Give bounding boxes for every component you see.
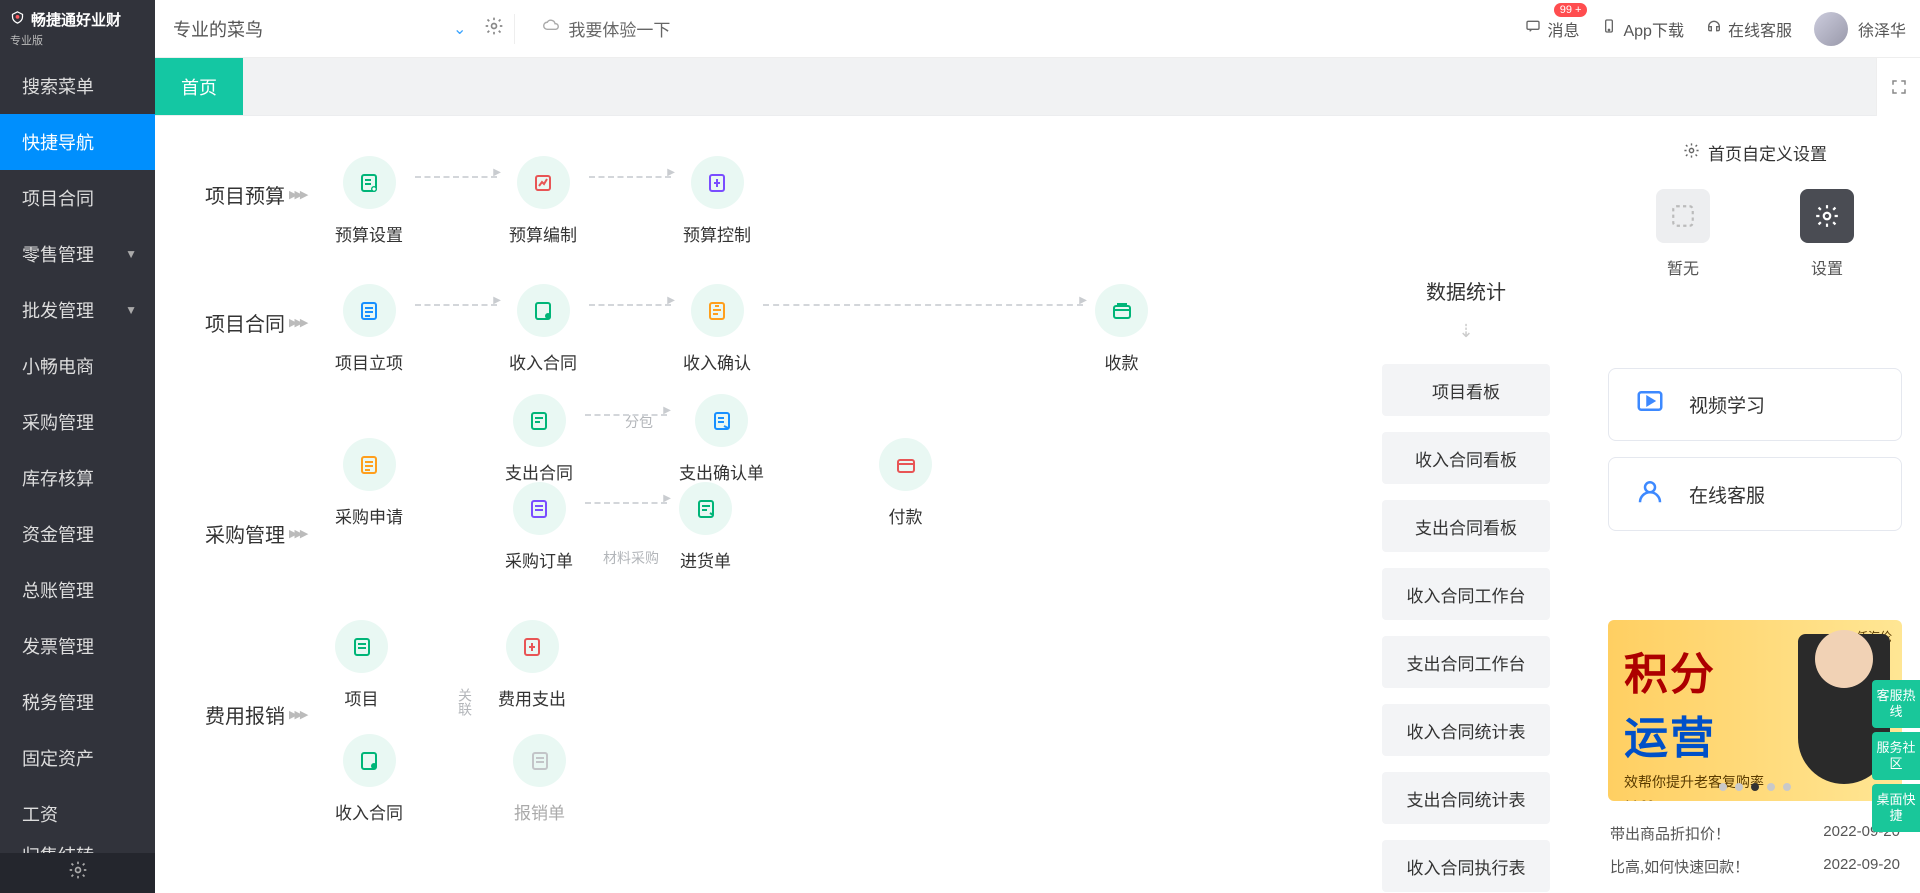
news-row-0[interactable]: 带出商品折扣价！2022-09-20	[1608, 817, 1902, 850]
section-label-expense: 费用报销▶▶▶	[205, 700, 335, 729]
stats-button-1[interactable]: 收入合同看板	[1382, 432, 1550, 484]
node-collect[interactable]: 收款	[1095, 284, 1148, 374]
sidebar-item-7[interactable]: 库存核算	[0, 450, 155, 506]
tile-none[interactable]: 暂无	[1656, 189, 1710, 279]
sidebar-item-3[interactable]: 零售管理▼	[0, 226, 155, 282]
tabstrip: 首页	[155, 58, 1920, 116]
workspace-name: 专业的菜鸟	[173, 16, 263, 42]
sidebar-item-2[interactable]: 项目合同	[0, 170, 155, 226]
chevron-down-icon: ⌄	[453, 19, 466, 39]
section-label-purchase: 采购管理▶▶▶	[205, 519, 335, 548]
node-budget-compile[interactable]: 预算编制	[509, 156, 577, 246]
username[interactable]: 徐泽华	[1858, 17, 1906, 41]
sidebar-item-8[interactable]: 资金管理	[0, 506, 155, 562]
node-reimburse[interactable]: 报销单	[513, 734, 566, 824]
logo-icon	[10, 10, 25, 29]
section-label-budget: 项目预算▶▶▶	[205, 180, 335, 209]
headset-icon	[1706, 18, 1722, 39]
stats-title: 数据统计	[1426, 276, 1506, 305]
app-download-button[interactable]: App下载	[1601, 17, 1683, 41]
float-tab-1[interactable]: 服务社区	[1872, 732, 1920, 780]
node-goods-receipt[interactable]: 进货单	[679, 482, 732, 572]
app-download-label: App下载	[1623, 17, 1683, 41]
messages-button[interactable]: 消息 99 +	[1525, 17, 1579, 41]
try-demo-button[interactable]: 我要体验一下	[543, 16, 670, 41]
node-purchase-order[interactable]: 采购订单	[505, 482, 573, 572]
video-icon	[1635, 386, 1665, 423]
sidebar-item-cutoff[interactable]: 归集结转	[0, 842, 155, 853]
phone-icon	[1601, 18, 1617, 39]
messages-badge: 99 +	[1554, 3, 1588, 17]
sidebar-item-10[interactable]: 发票管理	[0, 618, 155, 674]
chat-icon	[1525, 18, 1541, 39]
node-income-confirm[interactable]: 收入确认	[683, 284, 751, 374]
stats-button-3[interactable]: 收入合同工作台	[1382, 568, 1550, 620]
stats-button-4[interactable]: 支出合同工作台	[1382, 636, 1550, 688]
sidebar-item-9[interactable]: 总账管理	[0, 562, 155, 618]
sidebar-item-1[interactable]: 快捷导航	[0, 114, 155, 170]
sidebar-item-12[interactable]: 固定资产	[0, 730, 155, 786]
gear-icon	[1683, 142, 1700, 164]
node-income-contract[interactable]: 收入合同	[509, 284, 577, 374]
right-panel: 首页自定义设置 暂无 设置	[1590, 116, 1920, 893]
node-project[interactable]: 项目	[335, 620, 388, 710]
node-budget-control[interactable]: 预算控制	[683, 156, 751, 246]
cloud-icon	[543, 18, 560, 40]
sidebar-item-6[interactable]: 采购管理	[0, 394, 155, 450]
section-label-contract: 项目合同▶▶▶	[205, 308, 335, 337]
workspace-dropdown[interactable]: 专业的菜鸟 ⌄	[155, 0, 484, 57]
messages-label: 消息	[1547, 17, 1579, 41]
stats-button-7[interactable]: 收入合同执行表	[1382, 840, 1550, 892]
sidebar-item-5[interactable]: 小畅电商	[0, 338, 155, 394]
stats-button-6[interactable]: 支出合同统计表	[1382, 772, 1550, 824]
stats-button-2[interactable]: 支出合同看板	[1382, 500, 1550, 552]
sidebar-item-11[interactable]: 税务管理	[0, 674, 155, 730]
node-expense-out[interactable]: 费用支出	[498, 620, 566, 710]
carousel-dots[interactable]	[1719, 783, 1791, 791]
sidebar: 搜索菜单快捷导航项目合同零售管理▼批发管理▼小畅电商采购管理库存核算资金管理总账…	[0, 58, 155, 893]
support-label: 在线客服	[1728, 17, 1792, 41]
tile-settings[interactable]: 设置	[1800, 189, 1854, 279]
sidebar-item-13[interactable]: 工资	[0, 786, 155, 842]
sidebar-item-4[interactable]: 批发管理▼	[0, 282, 155, 338]
video-learning-button[interactable]: 视频学习	[1608, 368, 1902, 442]
fullscreen-button[interactable]	[1876, 58, 1920, 116]
edition-label: 专业版	[10, 32, 155, 48]
online-support-button[interactable]: 在线客服	[1608, 457, 1902, 531]
stats-button-0[interactable]: 项目看板	[1382, 364, 1550, 416]
dashed-box-icon	[1656, 189, 1710, 243]
support-button[interactable]: 在线客服	[1706, 17, 1792, 41]
divider	[514, 14, 515, 44]
sidebar-settings[interactable]	[0, 853, 155, 893]
node-purchase-request[interactable]: 采购申请	[335, 438, 403, 528]
header: 畅捷通好业财 专业版 专业的菜鸟 ⌄ 我要体验一下 消息 99 + App下载 …	[0, 0, 1920, 58]
avatar[interactable]	[1814, 12, 1848, 46]
try-demo-label: 我要体验一下	[568, 16, 670, 41]
gear-icon	[68, 860, 88, 886]
promo-banner[interactable]: 积分 运营 效帮你提升老客复购率 14:00 任海伦 大讲堂	[1608, 620, 1902, 801]
float-tab-0[interactable]: 客服热线	[1872, 680, 1920, 728]
flow-canvas: 项目预算▶▶▶ 预算设置	[155, 116, 1590, 893]
brand-name: 畅捷通好业财	[31, 9, 121, 30]
node-budget-setup[interactable]: 预算设置	[335, 156, 403, 246]
gear-icon[interactable]	[484, 16, 504, 42]
customize-title: 首页自定义设置	[1608, 140, 1902, 165]
logo-block: 畅捷通好业财 专业版	[0, 0, 155, 58]
stats-button-5[interactable]: 收入合同统计表	[1382, 704, 1550, 756]
float-tab-2[interactable]: 桌面快捷	[1872, 784, 1920, 832]
node-income-contract-2[interactable]: 收入合同	[335, 734, 403, 824]
news-row-1[interactable]: 比高,如何快速回款！2022-09-20	[1608, 850, 1902, 883]
headset-icon	[1635, 476, 1665, 513]
tab-home[interactable]: 首页	[155, 58, 243, 115]
stats-arrow-icon: ⇣	[1458, 321, 1473, 342]
sidebar-item-0[interactable]: 搜索菜单	[0, 58, 155, 114]
node-project-start[interactable]: 项目立项	[335, 284, 403, 374]
gear-icon	[1800, 189, 1854, 243]
